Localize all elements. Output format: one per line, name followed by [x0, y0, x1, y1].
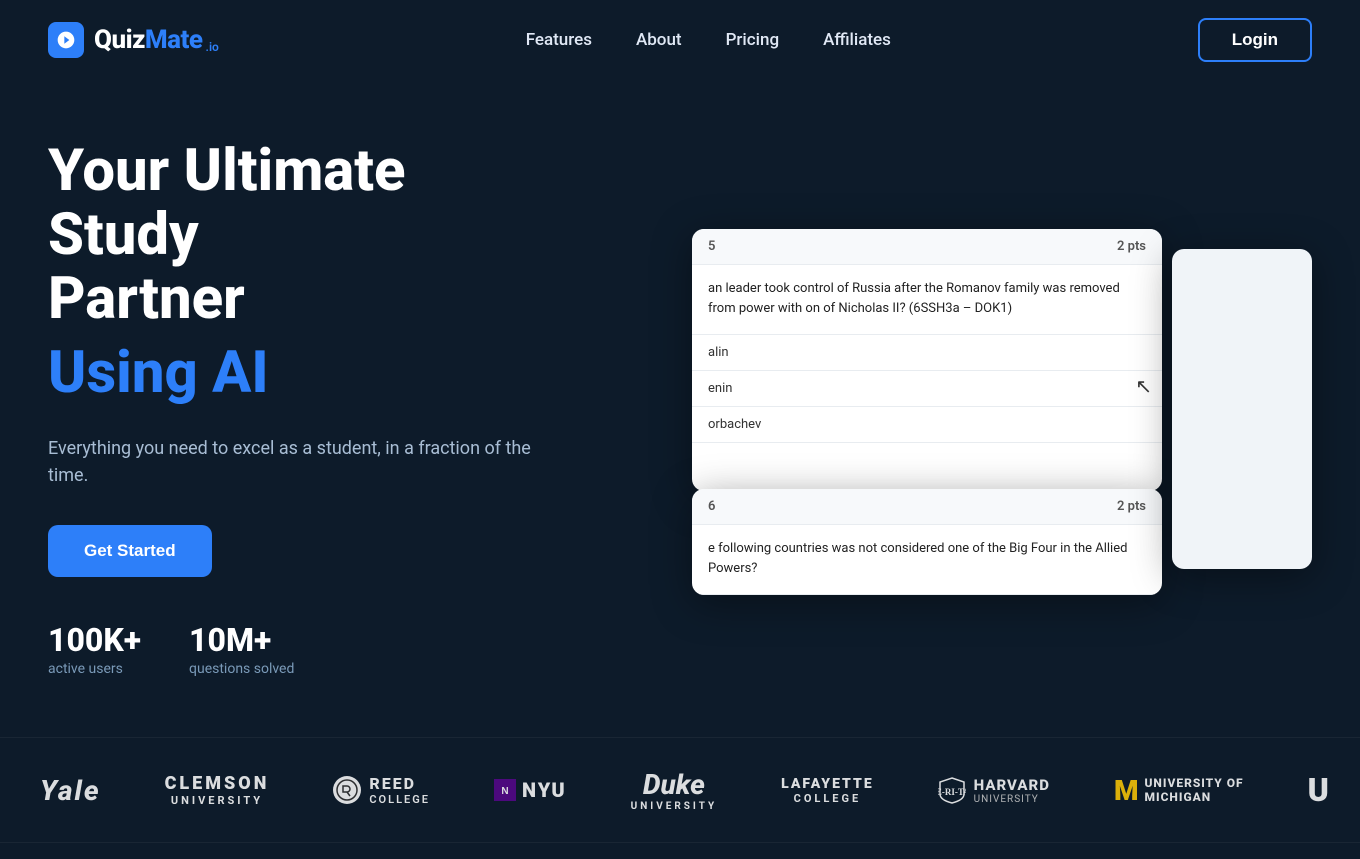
nav-about[interactable]: About	[618, 22, 700, 58]
umich-sub: MICHIGAN	[1144, 790, 1243, 804]
logos-strip: Yale CLEMSON UNIVERSITY REED COLLEGE	[0, 737, 1360, 843]
logo-reed: REED COLLEGE	[333, 774, 430, 806]
logo-io-text: .io	[206, 40, 219, 54]
nav-links: Features About Pricing Affiliates	[508, 22, 909, 58]
logos-inner: Yale CLEMSON UNIVERSITY REED COLLEGE	[0, 768, 1360, 812]
logo-partial: U	[1308, 771, 1329, 809]
logo-quiz-text: Quiz	[94, 25, 145, 55]
stat-questions: 10M+ questions solved	[189, 621, 294, 677]
quiz-card-2-num: 6	[708, 499, 715, 514]
nav-right: Login	[1198, 18, 1312, 62]
partial-text: U	[1308, 771, 1329, 809]
quiz-side-panel	[1172, 249, 1312, 569]
logo-harvard: VE-RI-TAS HARVARD UNIVERSITY	[938, 776, 1050, 805]
nav-pricing[interactable]: Pricing	[708, 22, 798, 58]
hero-title-line2: Partner	[48, 265, 245, 333]
logo-umich: M UNIVERSITY OF MICHIGAN	[1114, 774, 1244, 807]
stat-questions-label: questions solved	[189, 661, 294, 677]
quiz-option-3[interactable]: orbachev	[692, 407, 1162, 443]
logo-clemson: CLEMSON UNIVERSITY	[165, 773, 270, 807]
logo-duke: Duke UNIVERSITY	[631, 768, 718, 812]
clemson-text: CLEMSON	[165, 773, 270, 794]
login-button[interactable]: Login	[1198, 18, 1312, 62]
hero-section: Your Ultimate Study Partner Using AI Eve…	[0, 80, 1360, 717]
hero-title: Your Ultimate Study Partner	[48, 140, 568, 331]
quiz-card-2-pts: 2 pts	[1117, 499, 1146, 514]
stat-users-label: active users	[48, 661, 141, 677]
hero-left: Your Ultimate Study Partner Using AI Eve…	[48, 140, 568, 677]
quiz-option-empty	[692, 443, 1162, 491]
clemson-sub: UNIVERSITY	[165, 794, 270, 807]
stat-users-number: 100K+	[48, 621, 141, 659]
stats-container: 100K+ active users 10M+ questions solved	[48, 621, 568, 677]
duke-text: Duke	[631, 768, 718, 801]
logo-yale: Yale	[40, 774, 101, 807]
umich-m: M	[1114, 774, 1139, 807]
lafayette-text: LAFAYETTE	[781, 776, 873, 792]
logo-nyu: N NYU	[494, 778, 567, 802]
reed-sub: COLLEGE	[369, 793, 430, 806]
stat-questions-number: 10M+	[189, 621, 294, 659]
reed-text: REED	[369, 774, 430, 793]
logo[interactable]: QuizMate .io	[48, 22, 219, 58]
logo-lafayette: LAFAYETTE COLLEGE	[781, 776, 873, 805]
logo-icon	[48, 22, 84, 58]
quiz-card-1-header: 5 2 pts	[692, 229, 1162, 265]
quiz-option-1[interactable]: alin	[692, 335, 1162, 371]
svg-text:N: N	[501, 786, 508, 797]
harvard-sub: UNIVERSITY	[974, 794, 1050, 805]
navbar: QuizMate .io Features About Pricing Affi…	[0, 0, 1360, 80]
logo-mate-text: Mate	[145, 25, 203, 55]
yale-text: Yale	[40, 774, 101, 807]
hero-subtitle: Everything you need to excel as a studen…	[48, 435, 568, 489]
nyu-text: NYU	[522, 778, 567, 802]
quiz-card-1: 5 2 pts an leader took control of Russia…	[692, 229, 1162, 492]
quiz-card-1-num: 5	[708, 239, 715, 254]
quiz-card-1-question: an leader took control of Russia after t…	[692, 265, 1162, 336]
harvard-shield-icon: VE-RI-TAS	[938, 776, 966, 804]
harvard-text: HARVARD	[974, 776, 1050, 794]
quiz-card-2-question: e following countries was not considered…	[692, 525, 1162, 596]
nav-features[interactable]: Features	[508, 22, 610, 58]
quiz-card-1-pts: 2 pts	[1117, 239, 1146, 254]
get-started-button[interactable]: Get Started	[48, 525, 212, 577]
quiz-option-2[interactable]: enin	[692, 371, 1162, 407]
hero-ai-text: Using AI	[48, 339, 568, 407]
lafayette-sub: COLLEGE	[781, 792, 873, 805]
reed-icon	[333, 776, 361, 804]
stat-users: 100K+ active users	[48, 621, 141, 677]
hero-title-line1: Your Ultimate Study	[48, 137, 406, 269]
quiz-card-2-header: 6 2 pts	[692, 489, 1162, 525]
svg-text:VE-RI-TAS: VE-RI-TAS	[938, 787, 966, 797]
quiz-preview: 5 2 pts an leader took control of Russia…	[692, 229, 1312, 589]
umich-text: UNIVERSITY OF	[1144, 776, 1243, 790]
nav-affiliates[interactable]: Affiliates	[805, 22, 909, 58]
nyu-icon: N	[494, 779, 516, 801]
duke-sub: UNIVERSITY	[631, 801, 718, 812]
quiz-card-2: 6 2 pts e following countries was not co…	[692, 489, 1162, 596]
